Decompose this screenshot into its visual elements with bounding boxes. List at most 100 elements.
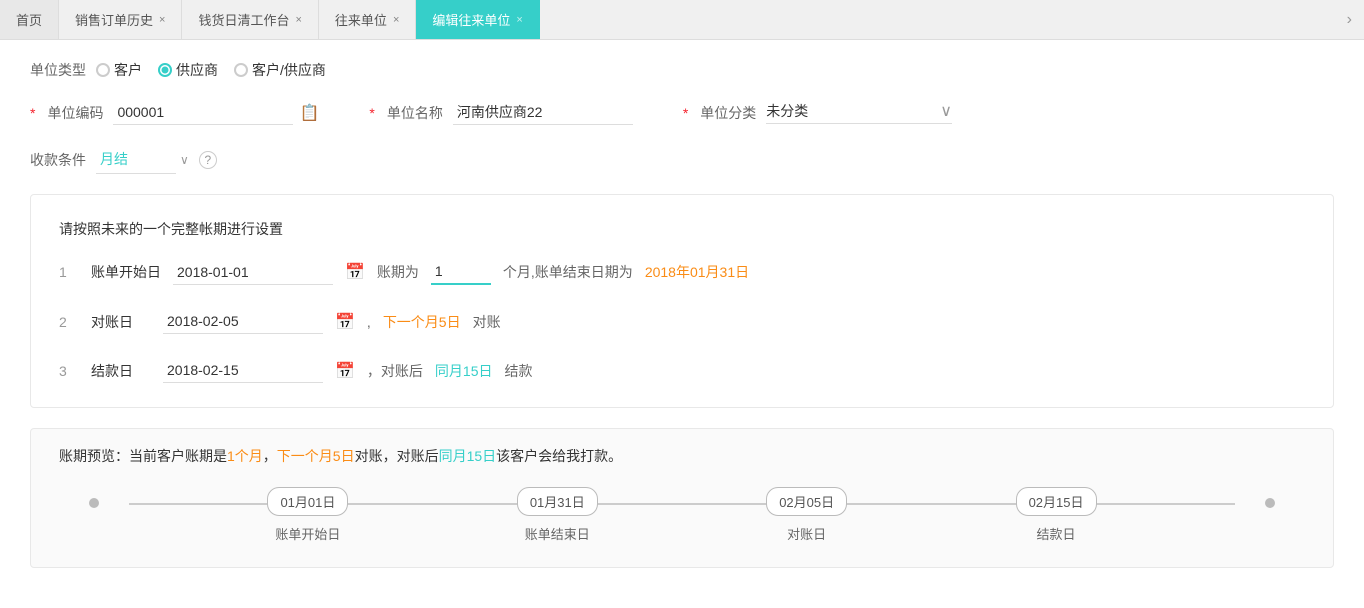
timeline-left-dot	[89, 498, 99, 508]
unit-category-select[interactable]: 未分类 ∨	[766, 101, 952, 124]
close-cash-work-icon[interactable]: ×	[295, 14, 301, 26]
timeline-label-1: 账单开始日	[275, 524, 340, 543]
radio-customer-supplier-label: 客户/供应商	[252, 60, 326, 80]
payment-terms-dropdown-icon[interactable]: ∨	[180, 153, 189, 167]
row2-highlight: 下一个月5日	[383, 312, 461, 332]
unit-type-radio-group: 客户 供应商 客户/供应商	[96, 60, 326, 80]
close-partner-units-icon[interactable]: ×	[393, 14, 399, 26]
preview-mid1: ，	[263, 448, 277, 464]
reconcile-date-calendar-icon[interactable]: 📅	[335, 312, 355, 332]
payment-terms-row: 收款条件 月结 ∨ ?	[30, 145, 1334, 174]
payment-date-calendar-icon[interactable]: 📅	[335, 361, 355, 381]
row1-desc-prefix: 账期为	[377, 262, 419, 282]
unit-name-input[interactable]	[453, 100, 633, 125]
timeline-label-3: 对账日	[787, 524, 826, 543]
preview-suffix: 该客户会给我打款。	[496, 448, 622, 464]
radio-customer-supplier[interactable]: 客户/供应商	[234, 60, 326, 80]
preview-payment: 同月15日	[439, 448, 497, 464]
close-edit-partner-unit-icon[interactable]: ×	[516, 14, 522, 26]
timeline: 01月01日 账单开始日 01月31日 账单结束日 02月05日 对账	[59, 487, 1305, 543]
unit-name-required: *	[369, 105, 374, 121]
tab-cash-work-label: 钱货日清工作台	[198, 10, 289, 29]
row-label-3: 结款日	[91, 361, 151, 381]
unit-type-row: 单位类型 客户 供应商 客户/供应商	[30, 60, 1334, 80]
timeline-badge-2: 01月31日	[517, 487, 598, 516]
timeline-points: 01月01日 账单开始日 01月31日 账单结束日 02月05日 对账	[89, 487, 1275, 543]
help-icon[interactable]: ?	[199, 151, 217, 169]
period-card-title: 请按照未来的一个完整帐期进行设置	[59, 219, 1305, 239]
timeline-right-edge	[1265, 487, 1275, 540]
unit-code-input[interactable]	[113, 100, 293, 125]
radio-customer[interactable]: 客户	[96, 60, 142, 80]
period-months-input[interactable]	[431, 259, 491, 285]
row3-after: 结款	[505, 361, 533, 381]
category-dropdown-icon[interactable]: ∨	[940, 101, 952, 121]
payment-date-input[interactable]	[163, 358, 323, 383]
payment-terms-value: 月结	[96, 145, 176, 174]
timeline-badge-4: 02月15日	[1016, 487, 1097, 516]
preview-prefix: 账期预览：当前客户账期是	[59, 448, 227, 464]
radio-supplier-label: 供应商	[176, 60, 218, 80]
tab-more-arrow[interactable]: ›	[1335, 0, 1364, 39]
period-row-3: 3 结款日 📅 ，对账后 同月15日 结款	[59, 358, 1305, 383]
tab-home[interactable]: 首页	[0, 0, 59, 39]
main-content: 单位类型 客户 供应商 客户/供应商 * 单位编码 📋 * 单位名称	[0, 40, 1364, 608]
reconcile-date-input[interactable]	[163, 309, 323, 334]
unit-code-label: 单位编码	[47, 103, 103, 123]
timeline-point-3: 02月05日 对账日	[766, 487, 847, 543]
preview-period: 1个月	[227, 448, 263, 464]
row-num-2: 2	[59, 314, 79, 330]
row2-desc: ,	[367, 314, 371, 330]
unit-code-required: *	[30, 105, 35, 121]
timeline-label-4: 结款日	[1037, 524, 1076, 543]
row1-unit: 个月,账单结束日期为	[503, 262, 633, 282]
radio-supplier-circle	[158, 63, 172, 77]
row2-after: 对账	[473, 312, 501, 332]
radio-customer-supplier-circle	[234, 63, 248, 77]
timeline-point-2: 01月31日 账单结束日	[517, 487, 598, 543]
row1-end-date: 2018年01月31日	[645, 262, 749, 282]
payment-terms-label: 收款条件	[30, 150, 86, 170]
close-sales-order-history-icon[interactable]: ×	[159, 14, 165, 26]
unit-code-field-group: 📋	[113, 100, 319, 125]
start-date-input[interactable]	[173, 260, 333, 285]
unit-code-copy-icon[interactable]: 📋	[299, 103, 319, 123]
unit-name-label: 单位名称	[387, 103, 443, 123]
tab-cash-work[interactable]: 钱货日清工作台 ×	[182, 0, 318, 39]
radio-customer-circle	[96, 63, 110, 77]
row-num-1: 1	[59, 264, 79, 280]
period-row-2: 2 对账日 📅 , 下一个月5日 对账	[59, 309, 1305, 334]
unit-category-value: 未分类	[766, 101, 808, 121]
row3-desc-pre: ，对账后	[367, 361, 423, 381]
tab-home-label: 首页	[16, 10, 42, 29]
unit-category-required: *	[683, 105, 688, 121]
radio-supplier[interactable]: 供应商	[158, 60, 218, 80]
timeline-badge-1: 01月01日	[267, 487, 348, 516]
tab-bar: 首页 销售订单历史 × 钱货日清工作台 × 往来单位 × 编辑往来单位 × ›	[0, 0, 1364, 40]
period-card: 请按照未来的一个完整帐期进行设置 1 账单开始日 📅 账期为 个月,账单结束日期…	[30, 194, 1334, 408]
timeline-label-2: 账单结束日	[525, 524, 590, 543]
unit-category-label: 单位分类	[700, 103, 756, 123]
payment-terms-select[interactable]: 月结 ∨	[96, 145, 189, 174]
timeline-point-1: 01月01日 账单开始日	[267, 487, 348, 543]
tab-sales-order-history[interactable]: 销售订单历史 ×	[59, 0, 182, 39]
timeline-badge-3: 02月05日	[766, 487, 847, 516]
preview-section: 账期预览：当前客户账期是1个月，下一个月5日对账，对账后同月15日该客户会给我打…	[30, 428, 1334, 568]
row-label-1: 账单开始日	[91, 262, 161, 282]
tab-partner-units-label: 往来单位	[335, 10, 387, 29]
tab-edit-partner-unit-label: 编辑往来单位	[432, 10, 510, 29]
start-date-calendar-icon[interactable]: 📅	[345, 262, 365, 282]
tab-partner-units[interactable]: 往来单位 ×	[319, 0, 416, 39]
unit-info-row: * 单位编码 📋 * 单位名称 * 单位分类 未分类 ∨	[30, 100, 1334, 125]
row-label-2: 对账日	[91, 312, 151, 332]
tab-edit-partner-unit[interactable]: 编辑往来单位 ×	[416, 0, 539, 39]
tab-sales-order-history-label: 销售订单历史	[75, 10, 153, 29]
row3-highlight: 同月15日	[435, 361, 493, 381]
timeline-point-4: 02月15日 结款日	[1016, 487, 1097, 543]
row-num-3: 3	[59, 363, 79, 379]
preview-mid2: 对账，对账后	[355, 448, 439, 464]
period-row-1: 1 账单开始日 📅 账期为 个月,账单结束日期为 2018年01月31日	[59, 259, 1305, 285]
preview-text: 账期预览：当前客户账期是1个月，下一个月5日对账，对账后同月15日该客户会给我打…	[59, 445, 1305, 467]
timeline-left-edge	[89, 487, 99, 540]
preview-reconcile: 下一个月5日	[277, 448, 355, 464]
